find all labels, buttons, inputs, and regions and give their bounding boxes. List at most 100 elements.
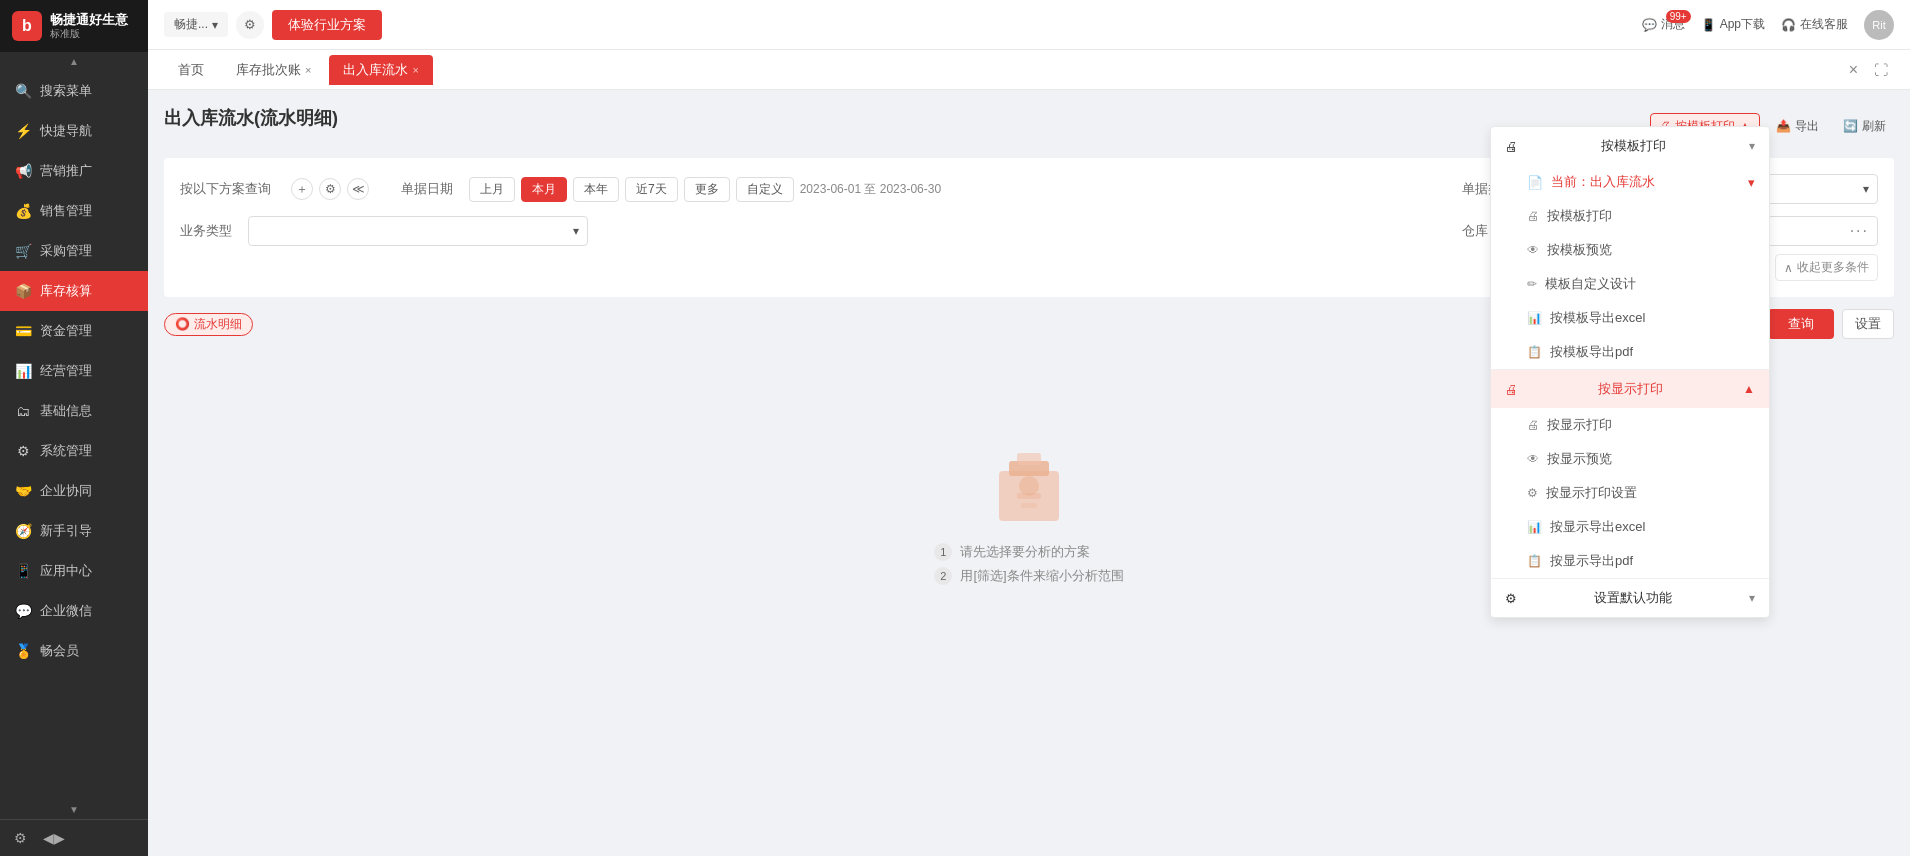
date-this-year[interactable]: 本年	[573, 177, 619, 202]
export-button[interactable]: 📤 导出	[1768, 114, 1827, 139]
current-template-arrow-icon: ▾	[1748, 175, 1755, 190]
tab-flow[interactable]: 出入库流水 ×	[329, 55, 432, 85]
date-more[interactable]: 更多	[684, 177, 730, 202]
template-export-pdf-item[interactable]: 📋 按模板导出pdf	[1491, 335, 1769, 369]
sidebar-item-quick-nav[interactable]: ⚡ 快捷导航	[0, 111, 148, 151]
current-template-label: 📄 当前：出入库流水 ▾	[1491, 165, 1769, 199]
template-export-excel-item[interactable]: 📊 按模板导出excel	[1491, 301, 1769, 335]
add-filter-button[interactable]: ＋	[291, 178, 313, 200]
display-print-header[interactable]: 🖨 按显示打印 ▲	[1491, 370, 1769, 408]
sidebar-item-guide[interactable]: 🧭 新手引导	[0, 511, 148, 551]
date-filter-label: 单据日期	[401, 180, 453, 198]
expand-tabs-icon[interactable]: ⛶	[1868, 58, 1894, 82]
date-custom[interactable]: 自定义	[736, 177, 794, 202]
sidebar-item-base[interactable]: 🗂 基础信息	[0, 391, 148, 431]
sidebar-item-finance[interactable]: 💳 资金管理	[0, 311, 148, 351]
service-icon: 🎧	[1781, 18, 1796, 32]
close-all-tabs-icon[interactable]: ×	[1843, 57, 1864, 83]
sidebar-item-system[interactable]: ⚙ 系统管理	[0, 431, 148, 471]
template-preview-item[interactable]: 👁 按模板预览	[1491, 233, 1769, 267]
close-flow-tab-icon[interactable]: ×	[412, 64, 418, 76]
tab-batch[interactable]: 库存批次账 ×	[222, 55, 325, 85]
export-icon: 📤	[1776, 119, 1791, 133]
refresh-icon: 🔄	[1843, 119, 1858, 133]
query-button[interactable]: 查询	[1768, 309, 1834, 339]
sidebar-item-weixin[interactable]: 💬 企业微信	[0, 591, 148, 631]
edit-filter-button[interactable]: ⚙	[319, 178, 341, 200]
sidebar-item-purchase[interactable]: 🛒 采购管理	[0, 231, 148, 271]
sidebar-item-member[interactable]: 🏅 畅会员	[0, 631, 148, 671]
sidebar-item-business[interactable]: 📊 经营管理	[0, 351, 148, 391]
service-button[interactable]: 🎧 在线客服	[1781, 16, 1848, 33]
collapse-sidebar-icon[interactable]: ◀▶	[43, 830, 65, 846]
trial-button[interactable]: 体验行业方案	[272, 10, 382, 40]
close-batch-tab-icon[interactable]: ×	[305, 64, 311, 76]
template-print-item-icon: 🖨	[1527, 209, 1539, 223]
page-title: 出入库流水(流水明细)	[164, 106, 338, 130]
topbar: 畅捷... ▾ ⚙ 体验行业方案 💬 消息 99+ 📱 App下载 🎧 在线客服	[148, 0, 1910, 50]
topbar-right: 💬 消息 99+ 📱 App下载 🎧 在线客服 Rit	[1642, 10, 1894, 40]
sidebar-item-corp[interactable]: 🤝 企业协同	[0, 471, 148, 511]
template-print-header[interactable]: 🖨 按模板打印 ▾	[1491, 127, 1769, 165]
gear-button[interactable]: ⚙	[236, 11, 264, 39]
user-info[interactable]: 畅捷... ▾	[164, 12, 228, 37]
scroll-down-icon[interactable]: ▼	[0, 800, 148, 819]
template-print-header-icon: 🖨	[1505, 139, 1518, 154]
purchase-icon: 🛒	[14, 243, 32, 259]
business-type-select[interactable]: ▾	[248, 216, 588, 246]
logo-icon: b	[12, 11, 42, 41]
business-type-label: 业务类型	[180, 222, 232, 240]
svg-rect-4	[1017, 493, 1041, 499]
tab-home[interactable]: 首页	[164, 55, 218, 85]
refresh-button[interactable]: 🔄 刷新	[1835, 114, 1894, 139]
sidebar-item-marketing[interactable]: 📢 营销推广	[0, 151, 148, 191]
sidebar-item-apps[interactable]: 📱 应用中心	[0, 551, 148, 591]
marketing-icon: 📢	[14, 163, 32, 179]
tip-2: 2 用[筛选]条件来缩小分析范围	[934, 567, 1123, 585]
app-logo: b 畅捷通好生意 标准版	[0, 0, 148, 52]
sidebar-item-sales[interactable]: 💰 销售管理	[0, 191, 148, 231]
message-icon: 💬	[1642, 18, 1657, 32]
message-button[interactable]: 💬 消息 99+	[1642, 16, 1685, 33]
default-section-chevron-icon: ▾	[1749, 591, 1755, 605]
display-print-header-icon: 🖨	[1505, 382, 1518, 397]
template-export-pdf-icon: 📋	[1527, 345, 1542, 359]
display-export-excel-icon: 📊	[1527, 520, 1542, 534]
template-custom-item[interactable]: ✏ 模板自定义设计	[1491, 267, 1769, 301]
display-print-section: 🖨 按显示打印 ▲ 🖨 按显示打印 👁 按显示预览 ⚙ 按显示打印设置	[1491, 370, 1769, 579]
sidebar-nav: 🔍 搜索菜单 ⚡ 快捷导航 📢 营销推广 💰 销售管理 🛒 采购管理 📦 库存核…	[0, 71, 148, 800]
template-print-item[interactable]: 🖨 按模板打印	[1491, 199, 1769, 233]
app-download-button[interactable]: 📱 App下载	[1701, 16, 1765, 33]
display-section-chevron-icon: ▲	[1743, 382, 1755, 396]
business-type-chevron-icon: ▾	[573, 224, 579, 238]
settings-bottom-icon[interactable]: ⚙	[14, 830, 27, 846]
inventory-icon: 📦	[14, 283, 32, 299]
svg-rect-5	[1021, 503, 1037, 508]
sidebar: b 畅捷通好生意 标准版 ▲ 🔍 搜索菜单 ⚡ 快捷导航 📢 营销推广 💰 销售…	[0, 0, 148, 856]
sidebar-item-inventory[interactable]: 📦 库存核算	[0, 271, 148, 311]
active-filter-tag[interactable]: ⭕ 流水明细	[164, 313, 253, 336]
display-settings-item[interactable]: ⚙ 按显示打印设置	[1491, 476, 1769, 510]
display-export-excel-item[interactable]: 📊 按显示导出excel	[1491, 510, 1769, 544]
sales-icon: 💰	[14, 203, 32, 219]
display-export-pdf-item[interactable]: 📋 按显示导出pdf	[1491, 544, 1769, 578]
display-print-item[interactable]: 🖨 按显示打印	[1491, 408, 1769, 442]
date-filter-options: 上月 本月 本年 近7天 更多 自定义 2023-06-01 至 2023-06…	[469, 177, 950, 202]
settings-button[interactable]: 设置	[1842, 309, 1894, 339]
tip-1: 1 请先选择要分析的方案	[934, 543, 1123, 561]
date-last-month[interactable]: 上月	[469, 177, 515, 202]
default-section-header[interactable]: ⚙ 设置默认功能 ▾	[1491, 579, 1769, 617]
collapse-filter-icon[interactable]: ≪	[347, 178, 369, 200]
date-this-month[interactable]: 本月	[521, 177, 567, 202]
scroll-up-icon[interactable]: ▲	[0, 52, 148, 71]
date-7days[interactable]: 近7天	[625, 177, 678, 202]
collapse-more-button[interactable]: ∧ 收起更多条件	[1775, 254, 1878, 281]
display-preview-item[interactable]: 👁 按显示预览	[1491, 442, 1769, 476]
content-area: 出入库流水(流水明细) 🖨 按模板打印 ▲ 📤 导出 🔄 刷新	[148, 90, 1910, 856]
avatar[interactable]: Rit	[1864, 10, 1894, 40]
display-print-item-icon: 🖨	[1527, 418, 1539, 432]
filter-tag-icon: ⭕	[175, 317, 190, 331]
display-settings-item-icon: ⚙	[1527, 486, 1538, 500]
sidebar-item-search[interactable]: 🔍 搜索菜单	[0, 71, 148, 111]
weixin-icon: 💬	[14, 603, 32, 619]
